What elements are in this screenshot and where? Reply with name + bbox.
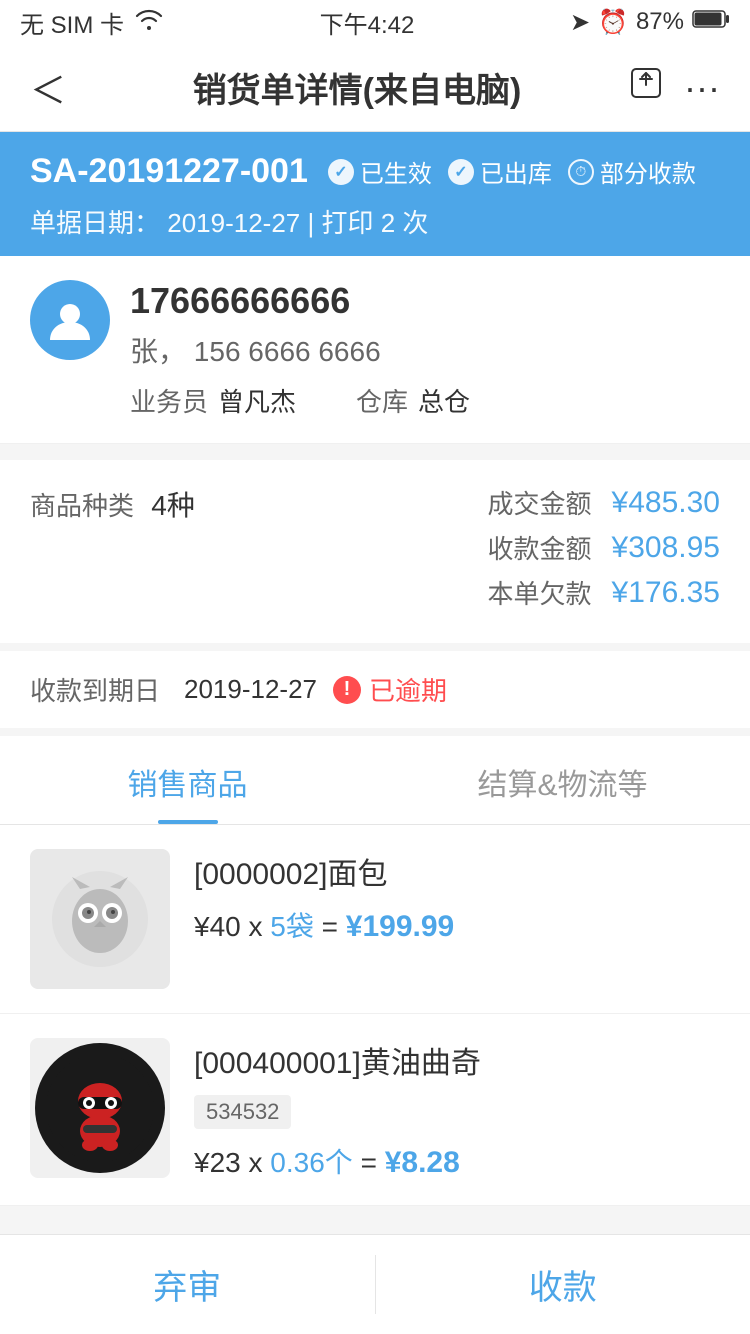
cancel-review-button[interactable]: 弃审 [0, 1235, 375, 1334]
owed-amount-value: ¥176.35 [612, 576, 720, 610]
product-qty-cookies: 0.36个 [270, 1147, 353, 1178]
owed-amount-row: 本单欠款 ¥176.35 [488, 574, 720, 611]
product-price-cookies: ¥23 x 0.36个 = ¥8.28 [194, 1141, 720, 1181]
product-thumb-bread [30, 849, 170, 989]
wifi-icon [134, 8, 164, 37]
tab-settlement-logistics[interactable]: 结算&物流等 [375, 736, 750, 824]
back-button[interactable]: ＜ [30, 62, 86, 114]
overdue-icon: ! [333, 676, 361, 704]
customer-info: 17666666666 张， 156 6666 6666 业务员 曾凡杰 仓库 … [130, 280, 720, 419]
product-price-bread: ¥40 x 5袋 = ¥199.99 [194, 905, 720, 945]
product-info-cookies: [000400001]黄油曲奇 534532 ¥23 x 0.36个 = ¥8.… [194, 1038, 720, 1181]
deal-amount-value: ¥485.30 [612, 486, 720, 520]
sales-person-meta: 业务员 曾凡杰 [130, 382, 296, 419]
battery-text: 87% [636, 8, 684, 36]
overdue-badge: ! 已逾期 [333, 671, 447, 708]
battery-icon [692, 8, 730, 36]
product-item-bread: [0000002]面包 ¥40 x 5袋 = ¥199.99 [0, 825, 750, 1014]
product-sku-cookies: 534532 [194, 1095, 291, 1129]
product-item-cookies: [000400001]黄油曲奇 534532 ¥23 x 0.36个 = ¥8.… [0, 1014, 750, 1206]
time-display: 下午4:42 [320, 5, 415, 40]
due-date-label: 收款到期日 [30, 671, 160, 708]
status-activated: ✓ 已生效 [328, 154, 432, 189]
summary-section: 商品种类 4种 成交金额 ¥485.30 收款金额 ¥308.95 本单欠款 ¥… [0, 460, 750, 651]
bottom-action-bar: 弃审 收款 [0, 1234, 750, 1334]
sales-person-value: 曾凡杰 [218, 382, 296, 419]
order-date-info: 单据日期： 2019-12-27 | 打印 2 次 [30, 203, 720, 240]
product-total-bread: ¥199.99 [346, 910, 454, 943]
share-button[interactable] [628, 65, 664, 110]
product-tabs: 销售商品 结算&物流等 [0, 736, 750, 825]
due-date-value: 2019-12-27 [184, 674, 317, 705]
customer-avatar [30, 280, 110, 360]
status-right: ➤ ⏰ 87% [570, 8, 730, 37]
product-type-info: 商品种类 4种 [30, 484, 195, 524]
alarm-icon: ⏰ [598, 8, 628, 37]
received-amount-value: ¥308.95 [612, 531, 720, 565]
check-icon-2: ✓ [448, 159, 474, 185]
warehouse-value: 总仓 [418, 382, 470, 419]
status-left: 无 SIM 卡 [20, 5, 164, 40]
check-icon-1: ✓ [328, 159, 354, 185]
overdue-text: 已逾期 [369, 671, 447, 708]
status-shipped: ✓ 已出库 [448, 154, 552, 189]
amount-summary: 成交金额 ¥485.30 收款金额 ¥308.95 本单欠款 ¥176.35 [488, 484, 720, 619]
received-amount-row: 收款金额 ¥308.95 [488, 529, 720, 566]
deal-amount-row: 成交金额 ¥485.30 [488, 484, 720, 521]
status-partial-payment: ⏱ 部分收款 [568, 154, 696, 189]
order-header: SA-20191227-001 ✓ 已生效 ✓ 已出库 ⏱ 部分收款 单据日期：… [0, 132, 750, 256]
carrier-text: 无 SIM 卡 [20, 5, 124, 40]
status-badges: ✓ 已生效 ✓ 已出库 ⏱ 部分收款 [328, 154, 696, 189]
order-header-row1: SA-20191227-001 ✓ 已生效 ✓ 已出库 ⏱ 部分收款 [30, 152, 720, 191]
tab-sales-products[interactable]: 销售商品 [0, 736, 375, 824]
collect-payment-button[interactable]: 收款 [376, 1235, 750, 1334]
product-type-count: 4种 [151, 490, 195, 521]
product-name-bread: [0000002]面包 [194, 849, 720, 893]
location-icon: ➤ [570, 8, 590, 37]
customer-id: 17666666666 [130, 280, 720, 322]
order-id: SA-20191227-001 [30, 152, 308, 191]
product-total-cookies: ¥8.28 [385, 1146, 460, 1179]
nav-bar: ＜ 销货单详情(来自电脑) ··· [0, 44, 750, 132]
product-qty-bread: 5袋 [270, 911, 314, 942]
products-list: [0000002]面包 ¥40 x 5袋 = ¥199.99 [0, 825, 750, 1206]
product-thumb-cookies [30, 1038, 170, 1178]
product-info-bread: [0000002]面包 ¥40 x 5袋 = ¥199.99 [194, 849, 720, 989]
clock-icon: ⏱ [568, 159, 594, 185]
status-bar: 无 SIM 卡 下午4:42 ➤ ⏰ 87% [0, 0, 750, 44]
product-name-cookies: [000400001]黄油曲奇 [194, 1038, 720, 1082]
nav-right: ··· [628, 65, 720, 110]
due-date-section: 收款到期日 2019-12-27 ! 已逾期 [0, 651, 750, 736]
nav-title: 销货单详情(来自电脑) [86, 63, 628, 112]
customer-meta: 业务员 曾凡杰 仓库 总仓 [130, 382, 720, 419]
customer-phone: 张， 156 6666 6666 [130, 330, 720, 370]
more-button[interactable]: ··· [684, 67, 720, 109]
customer-section: 17666666666 张， 156 6666 6666 业务员 曾凡杰 仓库 … [0, 256, 750, 444]
warehouse-meta: 仓库 总仓 [356, 382, 470, 419]
